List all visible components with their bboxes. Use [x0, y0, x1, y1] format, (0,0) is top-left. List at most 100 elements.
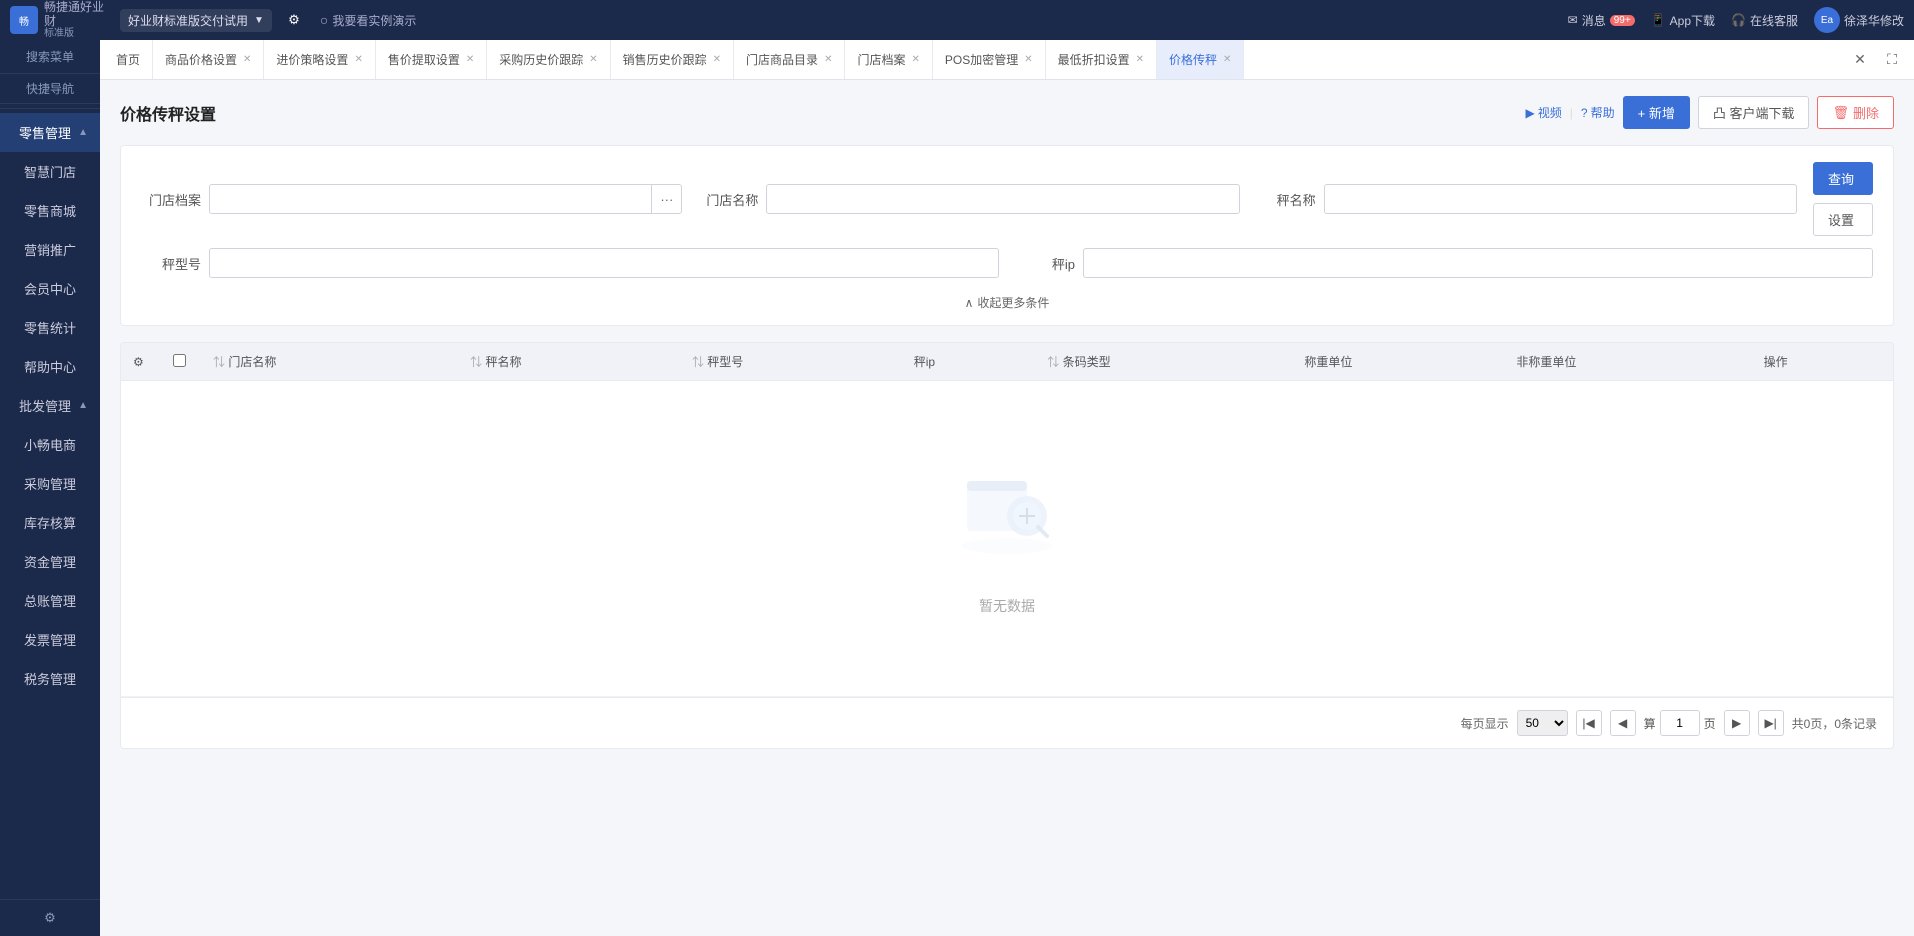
tab-label-2: 进价策略设置	[276, 51, 348, 68]
tab-3[interactable]: 售价提取设置✕	[376, 40, 487, 80]
scale-ip-input[interactable]	[1083, 248, 1873, 278]
sidebar-item-8[interactable]: 小畅电商	[0, 425, 100, 464]
col-scale-ip: 秤ip	[902, 343, 1035, 381]
scale-ip-label: 秤ip	[1015, 254, 1075, 273]
help-link[interactable]: ? 帮助	[1581, 104, 1615, 121]
tab-8[interactable]: POS加密管理✕	[933, 40, 1046, 80]
empty-icon	[947, 461, 1067, 580]
logo-icon: 畅	[10, 6, 38, 34]
tab-close-10[interactable]: ✕	[1223, 54, 1231, 65]
app-download-btn[interactable]: 📱 App下载	[1651, 12, 1715, 29]
page-input[interactable]	[1660, 710, 1700, 736]
per-page-select[interactable]: 50 10 20 100	[1517, 710, 1568, 736]
prev-page-btn[interactable]: ◀	[1610, 710, 1636, 736]
tab-6[interactable]: 门店商品目录✕	[734, 40, 845, 80]
avatar: Ea	[1814, 7, 1840, 33]
sidebar-item-label-10: 库存核算	[12, 513, 88, 532]
sidebar-item-3[interactable]: 营销推广	[0, 230, 100, 269]
next-page-btn[interactable]: ▶	[1724, 710, 1750, 736]
tab-close-7[interactable]: ✕	[911, 54, 919, 65]
sidebar-item-6[interactable]: 帮助中心	[0, 347, 100, 386]
scale-name-label: 秤名称	[1256, 190, 1316, 209]
download-button[interactable]: 凸 客户端下载	[1698, 96, 1810, 129]
tab-2[interactable]: 进价策略设置 ✕	[264, 40, 375, 80]
video-link[interactable]: ▶ 视频	[1526, 104, 1562, 121]
tab-1[interactable]: 商品价格设置✕	[153, 40, 264, 80]
scale-model-input[interactable]	[209, 248, 999, 278]
version-selector[interactable]: 好业财标准版交付试用 ▼	[120, 9, 272, 32]
sidebar-item-0[interactable]: 零售管理▲	[0, 113, 100, 152]
sidebar-item-10[interactable]: 库存核算	[0, 503, 100, 542]
search-form: 门店档案 ··· 门店名称 秤名称	[120, 145, 1894, 326]
tab-10[interactable]: 价格传秤 ✕	[1157, 40, 1244, 80]
tab-close-8[interactable]: ✕	[1024, 54, 1032, 65]
page-content: 价格传秤设置 ▶ 视频 | ? 帮助 + 新增	[100, 80, 1914, 936]
select-all-checkbox[interactable]	[173, 354, 186, 367]
tab-close-btn[interactable]: ✕	[1846, 46, 1874, 74]
set-button[interactable]: 设置	[1813, 203, 1873, 236]
tab-close-2[interactable]: ✕	[354, 54, 362, 65]
sidebar-search[interactable]: 搜索菜单	[0, 40, 100, 74]
tab-0[interactable]: 首页	[104, 40, 153, 80]
sidebar-item-label-5: 零售统计	[12, 318, 88, 337]
table-settings-icon[interactable]: ⚙	[133, 355, 144, 369]
sidebar-item-12[interactable]: 总账管理	[0, 581, 100, 620]
sidebar-item-4[interactable]: 会员中心	[0, 269, 100, 308]
online-service-btn[interactable]: 🎧 在线客服	[1731, 12, 1798, 29]
sidebar-item-9[interactable]: 采购管理	[0, 464, 100, 503]
sidebar-item-1[interactable]: 智慧门店	[0, 152, 100, 191]
messages-btn[interactable]: ✉ 消息 99+	[1568, 12, 1635, 29]
sidebar-item-label-7: 批发管理	[12, 396, 78, 415]
tab-close-4[interactable]: ✕	[589, 54, 597, 65]
tab-7[interactable]: 门店档案✕	[845, 40, 932, 80]
table-settings-col: ⚙	[121, 343, 161, 381]
settings-icon[interactable]: ⚙	[282, 8, 306, 32]
col-operations: 操作	[1752, 343, 1893, 381]
tab-close-5[interactable]: ✕	[713, 54, 721, 65]
top-bar-right: ✉ 消息 99+ 📱 App下载 🎧 在线客服 Ea 徐泽华修改	[1568, 7, 1904, 33]
tab-close-6[interactable]: ✕	[824, 54, 832, 65]
tab-9[interactable]: 最低折扣设置✕	[1046, 40, 1157, 80]
user-menu[interactable]: Ea 徐泽华修改	[1814, 7, 1904, 33]
store-file-input[interactable]	[210, 185, 651, 213]
tab-close-3[interactable]: ✕	[466, 54, 474, 65]
first-page-btn[interactable]: |◀	[1576, 710, 1602, 736]
scale-model-label: 秤型号	[141, 254, 201, 273]
sidebar-item-2[interactable]: 零售商城	[0, 191, 100, 230]
sidebar-item-label-13: 发票管理	[12, 630, 88, 649]
tab-5[interactable]: 销售历史价跟踪 ✕	[611, 40, 734, 80]
tab-label-10: 价格传秤	[1169, 51, 1217, 68]
tab-close-1[interactable]: ✕	[243, 54, 251, 65]
content-area: 首页商品价格设置✕进价策略设置✕售价提取设置✕采购历史价跟踪✕销售历史价跟踪✕门…	[100, 40, 1914, 936]
collapse-button[interactable]: ∧ 收起更多条件	[965, 294, 1050, 311]
tab-bar-end: ✕ ⛶	[1846, 46, 1910, 74]
demo-link[interactable]: ○ 我要看实例演示	[316, 12, 416, 29]
sidebar-item-5[interactable]: 零售统计	[0, 308, 100, 347]
tab-fullscreen-btn[interactable]: ⛶	[1878, 46, 1906, 74]
sidebar-item-13[interactable]: 发票管理	[0, 620, 100, 659]
last-page-btn[interactable]: ▶|	[1758, 710, 1784, 736]
sidebar-item-7[interactable]: 批发管理▲	[0, 386, 100, 425]
empty-state-row: 暂无数据	[121, 381, 1893, 697]
store-file-more-btn[interactable]: ···	[651, 185, 681, 213]
store-name-input[interactable]	[766, 184, 1239, 214]
sidebar-item-14[interactable]: 税务管理	[0, 659, 100, 698]
query-button[interactable]: 查询	[1813, 162, 1873, 195]
sidebar-items: 零售管理▲智慧门店零售商城营销推广会员中心零售统计帮助中心批发管理▲小畅电商采购…	[0, 113, 100, 698]
add-button[interactable]: + 新增	[1623, 96, 1690, 129]
sidebar-item-label-14: 税务管理	[12, 669, 88, 688]
delete-button[interactable]: 🗑 删除	[1817, 96, 1894, 129]
tab-label-5: 销售历史价跟踪	[623, 51, 707, 68]
page-actions: ▶ 视频 | ? 帮助 + 新增 凸 客户端下载	[1526, 96, 1894, 129]
store-file-label: 门店档案	[141, 190, 201, 209]
tab-bar: 首页商品价格设置✕进价策略设置✕售价提取设置✕采购历史价跟踪✕销售历史价跟踪✕门…	[100, 40, 1914, 80]
sidebar-settings-icon[interactable]: ⚙	[44, 910, 56, 926]
page-title: 价格传秤设置	[120, 101, 216, 125]
tab-close-9[interactable]: ✕	[1136, 54, 1144, 65]
col-store-name: ⇅ 门店名称	[201, 343, 458, 381]
scale-name-input[interactable]	[1324, 184, 1797, 214]
sidebar-quick-nav[interactable]: 快捷导航	[0, 74, 100, 104]
sidebar-item-11[interactable]: 资金管理	[0, 542, 100, 581]
tab-4[interactable]: 采购历史价跟踪✕	[487, 40, 610, 80]
sidebar-arrow-icon-7: ▲	[78, 400, 88, 411]
